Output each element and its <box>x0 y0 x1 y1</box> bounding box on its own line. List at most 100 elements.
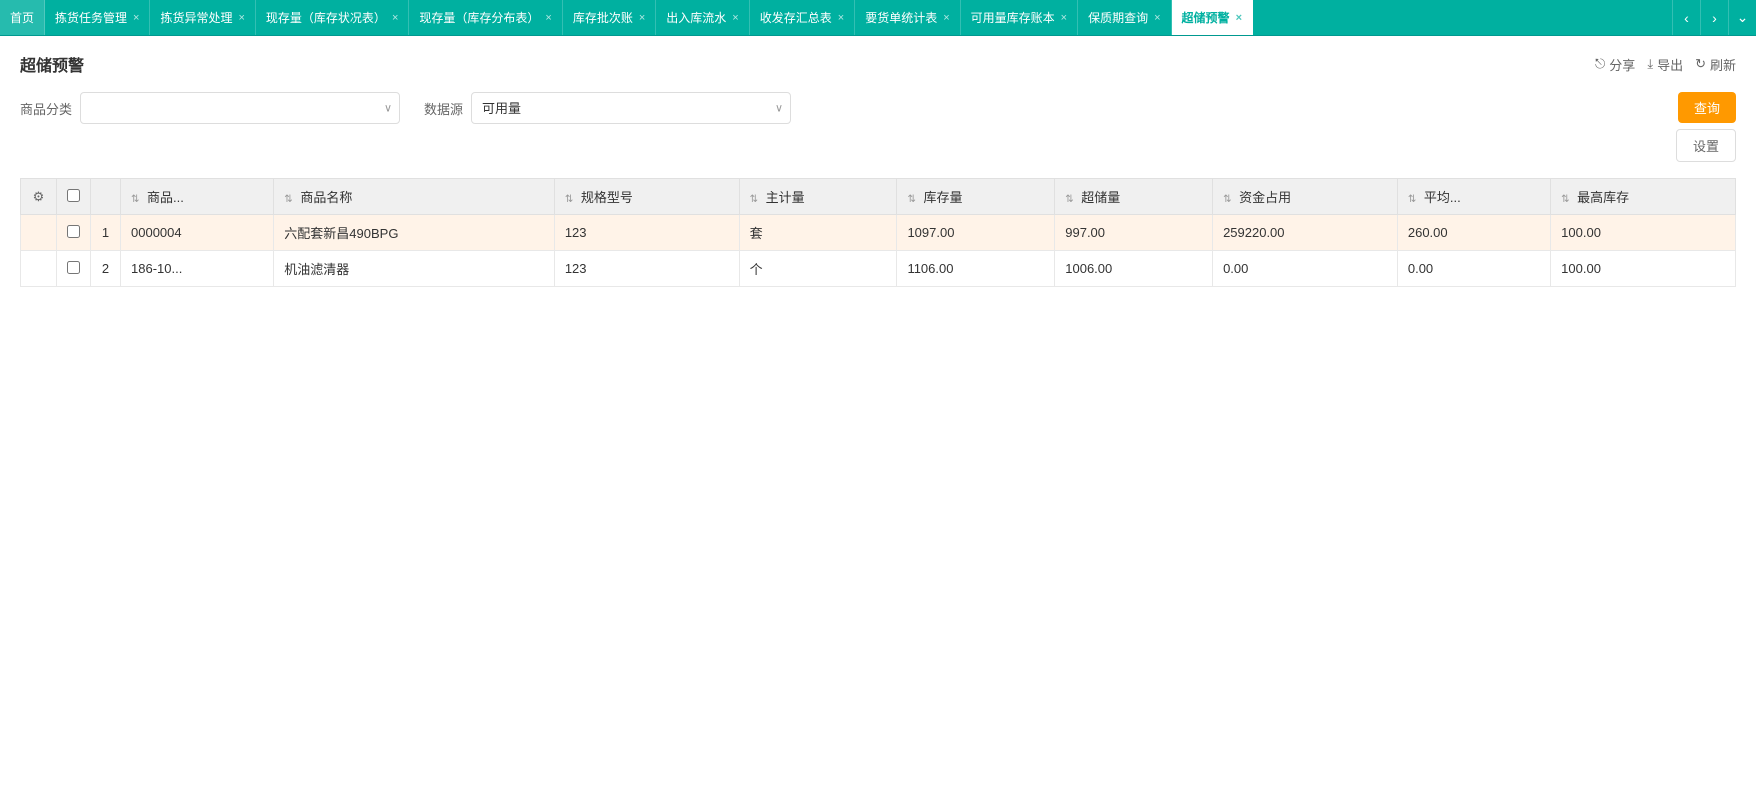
row2-stock: 1106.00 <box>897 251 1055 287</box>
sort-icon-overstock: ⇅ <box>1065 194 1073 205</box>
row2-checkbox-cell <box>57 251 91 287</box>
th-sku-code[interactable]: ⇅ 商品... <box>121 179 274 215</box>
sort-icon-capital: ⇅ <box>1223 194 1231 205</box>
nav-tab-expiry[interactable]: 保质期查询 × <box>1078 0 1171 36</box>
nav-tab-home[interactable]: 首页 <box>0 0 45 36</box>
th-capital[interactable]: ⇅ 资金占用 <box>1213 179 1398 215</box>
sort-icon-sku: ⇅ <box>131 194 139 205</box>
close-tab-6[interactable]: × <box>732 12 738 24</box>
refresh-action[interactable]: ↻ 刷新 <box>1695 55 1736 74</box>
datasource-label: 数据源 <box>424 99 463 118</box>
th-stock[interactable]: ⇅ 库存量 <box>897 179 1055 215</box>
nav-next-arrow[interactable]: › <box>1700 0 1728 36</box>
row2-num: 2 <box>91 251 121 287</box>
row1-sku-code: 0000004 <box>121 215 274 251</box>
table-container: ⚙ ⇅ 商品... ⇅ 商品名称 ⇅ <box>20 178 1736 287</box>
row1-spec: 123 <box>554 215 739 251</box>
th-spec[interactable]: ⇅ 规格型号 <box>554 179 739 215</box>
close-tab-3[interactable]: × <box>392 12 398 24</box>
row2-overstock: 1006.00 <box>1055 251 1213 287</box>
export-action[interactable]: ⤓ 导出 <box>1647 55 1683 74</box>
row1-checkbox-cell <box>57 215 91 251</box>
close-tab-7[interactable]: × <box>838 12 844 24</box>
row1-overstock: 997.00 <box>1055 215 1213 251</box>
nav-tab-demand[interactable]: 要货单统计表 × <box>855 0 960 36</box>
header-actions: ⎋ 分享 ⤓ 导出 ↻ 刷新 <box>1595 55 1736 74</box>
nav-tab-inout[interactable]: 出入库流水 × <box>656 0 749 36</box>
settings-button[interactable]: 设置 <box>1676 129 1736 162</box>
table-body: 1 0000004 六配套新昌490BPG 123 套 1097.00 997.… <box>21 215 1736 287</box>
nav-prev-arrow[interactable]: ‹ <box>1672 0 1700 36</box>
category-label: 商品分类 <box>20 99 72 118</box>
close-tab-2[interactable]: × <box>238 12 244 24</box>
datasource-select[interactable]: 可用量 库存量 <box>471 92 791 124</box>
row1-num: 1 <box>91 215 121 251</box>
category-filter: 商品分类 <box>20 92 400 124</box>
nav-tab-overstock[interactable]: 超储预警 × <box>1172 0 1253 36</box>
row2-checkbox[interactable] <box>67 261 80 274</box>
table-row: 1 0000004 六配套新昌490BPG 123 套 1097.00 997.… <box>21 215 1736 251</box>
row1-capital: 259220.00 <box>1213 215 1398 251</box>
row2-avg: 0.00 <box>1397 251 1550 287</box>
page-content: 超储预警 ⎋ 分享 ⤓ 导出 ↻ 刷新 商品分类 <box>0 36 1756 800</box>
nav-tab-stock-status[interactable]: 现存量（库存状况表） × <box>256 0 409 36</box>
nav-tab-exception[interactable]: 拣货异常处理 × <box>150 0 255 36</box>
close-tab-4[interactable]: × <box>545 12 551 24</box>
row2-settings-cell <box>21 251 57 287</box>
category-select[interactable] <box>80 92 400 124</box>
close-tab-10[interactable]: × <box>1154 12 1160 24</box>
row2-sku-code: 186-10... <box>121 251 274 287</box>
filter-buttons: 查询 设置 <box>1676 92 1736 162</box>
sort-icon-stock: ⇅ <box>907 194 915 205</box>
th-max-stock[interactable]: ⇅ 最高库存 <box>1551 179 1736 215</box>
nav-tab-stock-dist[interactable]: 现存量（库存分布表） × <box>409 0 562 36</box>
nav-more-arrow[interactable]: ⌄ <box>1728 0 1756 36</box>
close-tab-1[interactable]: × <box>133 12 139 24</box>
th-checkbox <box>57 179 91 215</box>
gear-icon[interactable]: ⚙ <box>33 189 45 204</box>
refresh-icon: ↻ <box>1695 56 1706 72</box>
row1-stock: 1097.00 <box>897 215 1055 251</box>
row2-unit: 个 <box>739 251 897 287</box>
th-row-num <box>91 179 121 215</box>
table-header-row: ⚙ ⇅ 商品... ⇅ 商品名称 ⇅ <box>21 179 1736 215</box>
th-avg[interactable]: ⇅ 平均... <box>1397 179 1550 215</box>
th-overstock[interactable]: ⇅ 超储量 <box>1055 179 1213 215</box>
nav-tab-available[interactable]: 可用量库存账本 × <box>961 0 1078 36</box>
th-settings[interactable]: ⚙ <box>21 179 57 215</box>
nav-tab-summary[interactable]: 收发存汇总表 × <box>750 0 855 36</box>
top-navigation: 首页 拣货任务管理 × 拣货异常处理 × 现存量（库存状况表） × 现存量（库存… <box>0 0 1756 36</box>
row1-checkbox[interactable] <box>67 225 80 238</box>
row1-max-stock: 100.00 <box>1551 215 1736 251</box>
close-tab-11[interactable]: × <box>1236 12 1242 24</box>
close-tab-9[interactable]: × <box>1061 12 1067 24</box>
row1-settings-cell <box>21 215 57 251</box>
row2-sku-name: 机油滤清器 <box>274 251 555 287</box>
datasource-select-wrapper: 可用量 库存量 <box>471 92 791 124</box>
close-tab-5[interactable]: × <box>639 12 645 24</box>
close-tab-8[interactable]: × <box>943 12 949 24</box>
query-button[interactable]: 查询 <box>1678 92 1736 123</box>
sort-icon-max: ⇅ <box>1561 194 1569 205</box>
row2-capital: 0.00 <box>1213 251 1398 287</box>
select-all-checkbox[interactable] <box>67 189 80 202</box>
table-row: 2 186-10... 机油滤清器 123 个 1106.00 1006.00 … <box>21 251 1736 287</box>
row1-avg: 260.00 <box>1397 215 1550 251</box>
page-title: 超储预警 <box>20 52 84 76</box>
datasource-filter: 数据源 可用量 库存量 <box>424 92 791 124</box>
sort-icon-avg: ⇅ <box>1408 194 1416 205</box>
page-header: 超储预警 ⎋ 分享 ⤓ 导出 ↻ 刷新 <box>20 52 1736 76</box>
nav-arrows: ‹ › ⌄ <box>1672 0 1756 36</box>
nav-tab-task-mgmt[interactable]: 拣货任务管理 × <box>45 0 150 36</box>
overstock-table: ⚙ ⇅ 商品... ⇅ 商品名称 ⇅ <box>20 178 1736 287</box>
row1-sku-name: 六配套新昌490BPG <box>274 215 555 251</box>
export-icon: ⤓ <box>1647 56 1653 72</box>
th-unit[interactable]: ⇅ 主计量 <box>739 179 897 215</box>
share-action[interactable]: ⎋ 分享 <box>1595 55 1635 74</box>
row2-max-stock: 100.00 <box>1551 251 1736 287</box>
th-sku-name[interactable]: ⇅ 商品名称 <box>274 179 555 215</box>
sort-icon-name: ⇅ <box>284 194 292 205</box>
share-icon: ⎋ <box>1595 56 1605 72</box>
nav-tab-batch[interactable]: 库存批次账 × <box>563 0 656 36</box>
row2-spec: 123 <box>554 251 739 287</box>
